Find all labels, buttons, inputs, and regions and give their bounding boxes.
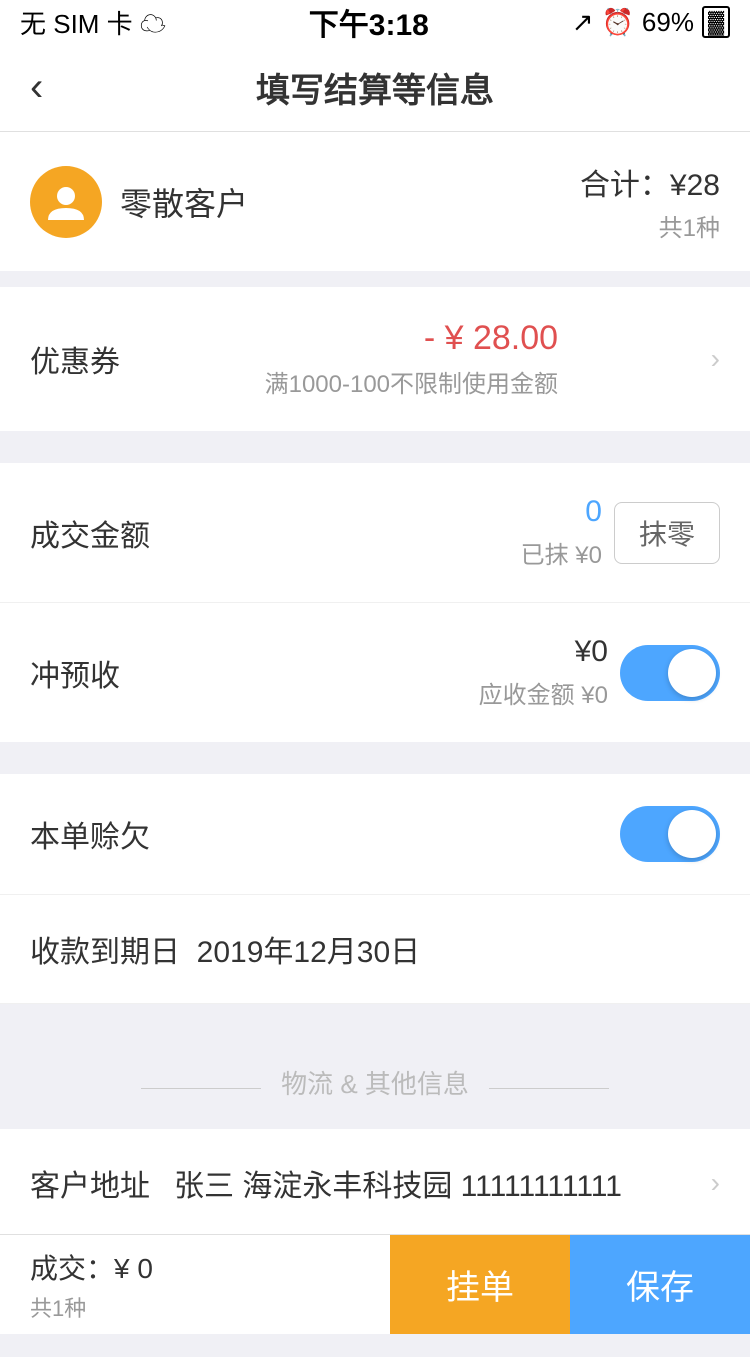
customer-avatar bbox=[30, 166, 102, 238]
location-icon: ↗ bbox=[572, 7, 594, 38]
divider-3 bbox=[0, 1020, 750, 1036]
customer-right: 合计：¥28 共1种 bbox=[580, 160, 720, 243]
page-title: 填写结算等信息 bbox=[256, 63, 494, 112]
toggle-knob bbox=[668, 649, 716, 697]
customer-count: 共1种 bbox=[580, 208, 720, 243]
prepay-toggle[interactable] bbox=[620, 645, 720, 701]
chevron-right-icon: › bbox=[711, 343, 720, 375]
divider-1 bbox=[0, 447, 750, 463]
bottom-bar: 成交：¥ 0 共1种 挂单 保存 bbox=[0, 1234, 750, 1334]
bottom-deal: 成交：¥ 0 bbox=[30, 1247, 360, 1287]
bottom-count: 共1种 bbox=[30, 1291, 360, 1323]
customer-total: 合计：¥28 bbox=[580, 160, 720, 204]
customer-left: 零散客户 bbox=[30, 166, 248, 238]
user-icon bbox=[44, 180, 88, 224]
coupon-section: 优惠券 - ¥ 28.00 满1000-100不限制使用金额 › bbox=[0, 287, 750, 431]
sim-status: 无 SIM 卡 ☁ bbox=[20, 4, 166, 41]
status-right: ↗ ⏰ 69% ▓ bbox=[572, 6, 730, 38]
bottom-summary: 成交：¥ 0 共1种 bbox=[0, 1235, 390, 1334]
transaction-label: 成交金额 bbox=[30, 511, 150, 555]
prepay-label: 冲预收 bbox=[30, 651, 120, 695]
address-value: 张三 海淀永丰科技园 11111111111 bbox=[174, 1161, 703, 1205]
transaction-section: 成交金额 0 已抹 ¥0 抹零 冲预收 ¥0 应收金额 ¥0 bbox=[0, 463, 750, 742]
coupon-row[interactable]: 优惠券 - ¥ 28.00 满1000-100不限制使用金额 › bbox=[0, 287, 750, 431]
transaction-value-col: 0 已抹 ¥0 bbox=[521, 495, 602, 570]
debt-row: 本单赊欠 bbox=[0, 774, 750, 895]
content-area: 零散客户 合计：¥28 共1种 优惠券 - ¥ 28.00 满1000-100不… bbox=[0, 132, 750, 1357]
coupon-label: 优惠券 bbox=[30, 337, 120, 381]
coupon-right: - ¥ 28.00 满1000-100不限制使用金额 bbox=[265, 319, 558, 399]
transaction-row: 成交金额 0 已抹 ¥0 抹零 bbox=[0, 463, 750, 603]
prepay-row: 冲预收 ¥0 应收金额 ¥0 bbox=[0, 603, 750, 742]
prepay-value-col: ¥0 应收金额 ¥0 bbox=[479, 635, 608, 710]
due-date-row[interactable]: 收款到期日 2019年12月30日 bbox=[0, 895, 750, 1004]
address-chevron-icon: › bbox=[711, 1167, 720, 1199]
transaction-value[interactable]: 0 bbox=[585, 495, 602, 529]
logistics-header: 物流 & 其他信息 bbox=[0, 1036, 750, 1129]
battery-icon: ▓ bbox=[702, 6, 730, 38]
back-button[interactable]: ‹ bbox=[30, 65, 43, 110]
hang-button[interactable]: 挂单 bbox=[390, 1235, 570, 1334]
debt-label: 本单赊欠 bbox=[30, 812, 150, 856]
address-label: 客户地址 bbox=[30, 1161, 150, 1205]
transaction-right: 0 已抹 ¥0 抹零 bbox=[521, 495, 720, 570]
prepay-value: ¥0 bbox=[479, 635, 608, 669]
coupon-sub: 满1000-100不限制使用金额 bbox=[265, 364, 558, 399]
transaction-sub: 已抹 ¥0 bbox=[521, 535, 602, 570]
debt-toggle-knob bbox=[668, 810, 716, 858]
due-date-label: 收款到期日 2019年12月30日 bbox=[30, 936, 420, 969]
address-row[interactable]: 客户地址 张三 海淀永丰科技园 11111111111 › bbox=[0, 1129, 750, 1237]
alarm-icon: ⏰ bbox=[602, 7, 634, 38]
prepay-sub: 应收金额 ¥0 bbox=[479, 675, 608, 710]
battery-text: 69% bbox=[642, 7, 694, 38]
nav-bar: ‹ 填写结算等信息 bbox=[0, 44, 750, 132]
debt-toggle[interactable] bbox=[620, 806, 720, 862]
customer-name: 零散客户 bbox=[120, 179, 248, 225]
prepay-right: ¥0 应收金额 ¥0 bbox=[479, 635, 720, 710]
logistics-label: 物流 & 其他信息 bbox=[281, 1069, 469, 1099]
status-bar: 无 SIM 卡 ☁ 下午3:18 ↗ ⏰ 69% ▓ bbox=[0, 0, 750, 44]
save-button[interactable]: 保存 bbox=[570, 1235, 750, 1334]
round-off-button[interactable]: 抹零 bbox=[614, 502, 720, 564]
status-time: 下午3:18 bbox=[309, 0, 429, 44]
coupon-value: - ¥ 28.00 bbox=[265, 319, 558, 358]
divider-2 bbox=[0, 758, 750, 774]
debt-section: 本单赊欠 收款到期日 2019年12月30日 bbox=[0, 774, 750, 1004]
customer-row[interactable]: 零散客户 合计：¥28 共1种 bbox=[0, 132, 750, 271]
status-left: 无 SIM 卡 ☁ bbox=[20, 4, 166, 41]
